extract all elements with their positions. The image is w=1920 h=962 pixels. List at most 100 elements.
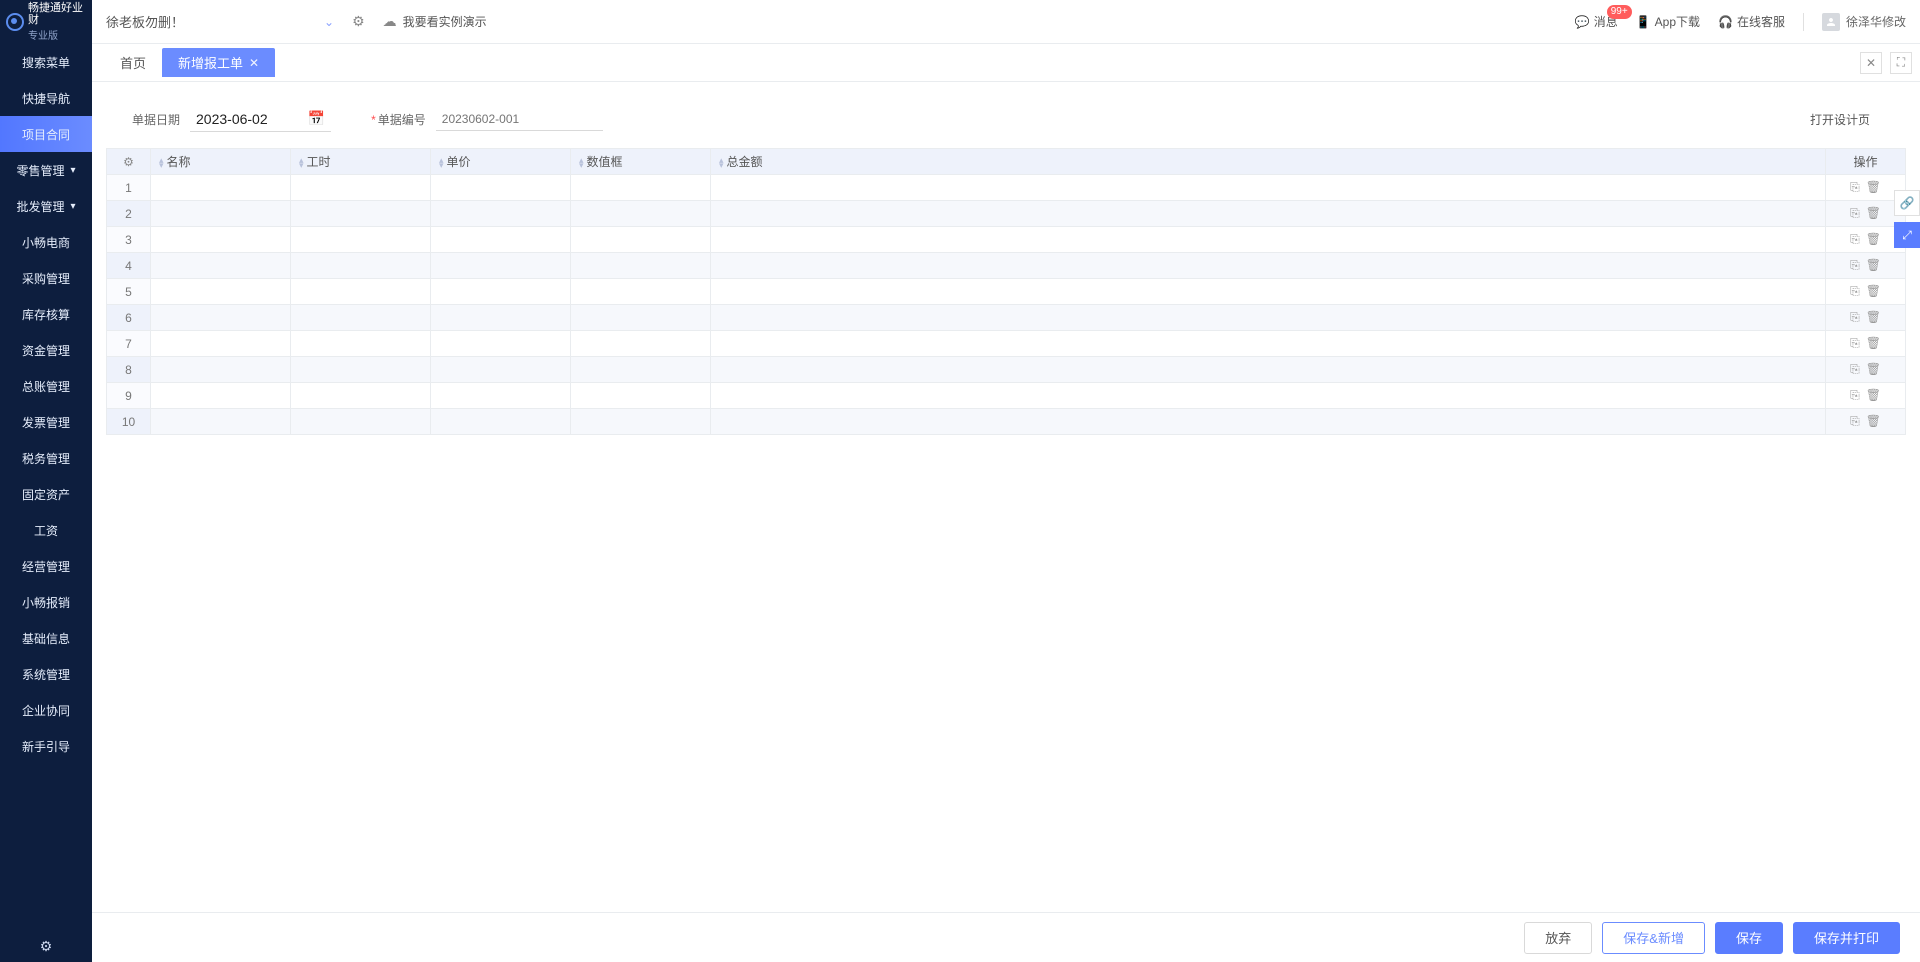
- copy-row-icon[interactable]: ⎘: [1850, 232, 1860, 246]
- cell[interactable]: [291, 279, 431, 305]
- delete-row-icon[interactable]: 🗑: [1866, 310, 1881, 324]
- save-print-button[interactable]: 保存并打印: [1793, 922, 1900, 954]
- delete-row-icon[interactable]: 🗑: [1866, 388, 1881, 402]
- copy-row-icon[interactable]: ⎘: [1850, 362, 1860, 376]
- demo-link[interactable]: ☁ 我要看实例演示: [383, 13, 487, 30]
- cell[interactable]: [711, 331, 1826, 357]
- cell[interactable]: [291, 175, 431, 201]
- sidebar-item-3[interactable]: 零售管理▾: [0, 152, 92, 188]
- close-icon[interactable]: ✕: [249, 56, 259, 70]
- calendar-icon[interactable]: 📅: [308, 110, 325, 127]
- cell[interactable]: [151, 201, 291, 227]
- delete-row-icon[interactable]: 🗑: [1866, 206, 1881, 220]
- app-download-action[interactable]: 📱 App下载: [1636, 13, 1700, 30]
- expand-button[interactable]: ⤢: [1894, 222, 1920, 248]
- sidebar-item-13[interactable]: 工资: [0, 512, 92, 548]
- sidebar-item-19[interactable]: 新手引导: [0, 728, 92, 764]
- service-action[interactable]: 🎧 在线客服: [1718, 13, 1785, 30]
- tab-1[interactable]: 新增报工单✕: [162, 48, 275, 77]
- cell[interactable]: [291, 227, 431, 253]
- sidebar-item-16[interactable]: 基础信息: [0, 620, 92, 656]
- sidebar-item-18[interactable]: 企业协同: [0, 692, 92, 728]
- sidebar-item-15[interactable]: 小畅报销: [0, 584, 92, 620]
- cell[interactable]: [291, 253, 431, 279]
- sort-icon[interactable]: ▴▾: [579, 158, 584, 168]
- copy-row-icon[interactable]: ⎘: [1850, 284, 1860, 298]
- sidebar-item-8[interactable]: 资金管理: [0, 332, 92, 368]
- cell[interactable]: [711, 201, 1826, 227]
- cell[interactable]: [151, 305, 291, 331]
- save-button[interactable]: 保存: [1715, 922, 1783, 954]
- open-design-link[interactable]: 打开设计页: [1810, 111, 1880, 128]
- cell[interactable]: [711, 383, 1826, 409]
- sidebar-item-10[interactable]: 发票管理: [0, 404, 92, 440]
- date-input[interactable]: 2023-06-02 📅: [190, 106, 331, 132]
- cell[interactable]: [431, 279, 571, 305]
- copy-row-icon[interactable]: ⎘: [1850, 258, 1860, 272]
- col-price-header[interactable]: ▴▾单价: [431, 149, 571, 175]
- settings-icon[interactable]: ⚙: [40, 938, 53, 955]
- close-all-tabs-button[interactable]: ✕: [1860, 52, 1882, 74]
- cell[interactable]: [151, 279, 291, 305]
- cell[interactable]: [291, 383, 431, 409]
- cell[interactable]: [431, 305, 571, 331]
- copy-row-icon[interactable]: ⎘: [1850, 310, 1860, 324]
- attachment-button[interactable]: 🔗: [1894, 190, 1920, 216]
- company-select[interactable]: 徐老板勿删！: [106, 12, 306, 31]
- delete-row-icon[interactable]: 🗑: [1866, 180, 1881, 194]
- cell[interactable]: [291, 305, 431, 331]
- cell[interactable]: [431, 253, 571, 279]
- discard-button[interactable]: 放弃: [1524, 922, 1592, 954]
- sidebar-item-11[interactable]: 税务管理: [0, 440, 92, 476]
- cell[interactable]: [571, 227, 711, 253]
- cell[interactable]: [431, 175, 571, 201]
- sidebar-item-0[interactable]: 搜索菜单: [0, 44, 92, 80]
- delete-row-icon[interactable]: 🗑: [1866, 284, 1881, 298]
- cell[interactable]: [291, 357, 431, 383]
- cell[interactable]: [431, 409, 571, 435]
- col-total-header[interactable]: ▴▾总金额: [711, 149, 1826, 175]
- sidebar-item-12[interactable]: 固定资产: [0, 476, 92, 512]
- sort-icon[interactable]: ▴▾: [439, 158, 444, 168]
- table-settings-header[interactable]: ⚙: [107, 149, 151, 175]
- cell[interactable]: [711, 279, 1826, 305]
- cell[interactable]: [571, 253, 711, 279]
- cell[interactable]: [711, 253, 1826, 279]
- cell[interactable]: [151, 383, 291, 409]
- sidebar-item-14[interactable]: 经营管理: [0, 548, 92, 584]
- cell[interactable]: [291, 331, 431, 357]
- cell[interactable]: [431, 201, 571, 227]
- cell[interactable]: [711, 409, 1826, 435]
- copy-row-icon[interactable]: ⎘: [1850, 336, 1860, 350]
- cell[interactable]: [711, 357, 1826, 383]
- cell[interactable]: [431, 331, 571, 357]
- sort-icon[interactable]: ▴▾: [299, 158, 304, 168]
- cell[interactable]: [431, 227, 571, 253]
- copy-row-icon[interactable]: ⎘: [1850, 206, 1860, 220]
- delete-row-icon[interactable]: 🗑: [1866, 336, 1881, 350]
- sort-icon[interactable]: ▴▾: [159, 158, 164, 168]
- cell[interactable]: [571, 357, 711, 383]
- save-new-button[interactable]: 保存&新增: [1602, 922, 1705, 954]
- sidebar-item-6[interactable]: 采购管理: [0, 260, 92, 296]
- company-settings-icon[interactable]: ⚙: [352, 13, 365, 30]
- cell[interactable]: [571, 331, 711, 357]
- cell[interactable]: [571, 175, 711, 201]
- cell[interactable]: [571, 305, 711, 331]
- col-hours-header[interactable]: ▴▾工时: [291, 149, 431, 175]
- cell[interactable]: [151, 175, 291, 201]
- sidebar-item-17[interactable]: 系统管理: [0, 656, 92, 692]
- delete-row-icon[interactable]: 🗑: [1866, 362, 1881, 376]
- cell[interactable]: [151, 227, 291, 253]
- messages-action[interactable]: 💬 消息 99+: [1575, 13, 1618, 30]
- cell[interactable]: [431, 383, 571, 409]
- sort-icon[interactable]: ▴▾: [719, 158, 724, 168]
- cell[interactable]: [571, 201, 711, 227]
- col-name-header[interactable]: ▴▾名称: [151, 149, 291, 175]
- cell[interactable]: [431, 357, 571, 383]
- cell[interactable]: [571, 383, 711, 409]
- sidebar-item-4[interactable]: 批发管理▾: [0, 188, 92, 224]
- sidebar-item-5[interactable]: 小畅电商: [0, 224, 92, 260]
- cell[interactable]: [571, 409, 711, 435]
- cell[interactable]: [711, 227, 1826, 253]
